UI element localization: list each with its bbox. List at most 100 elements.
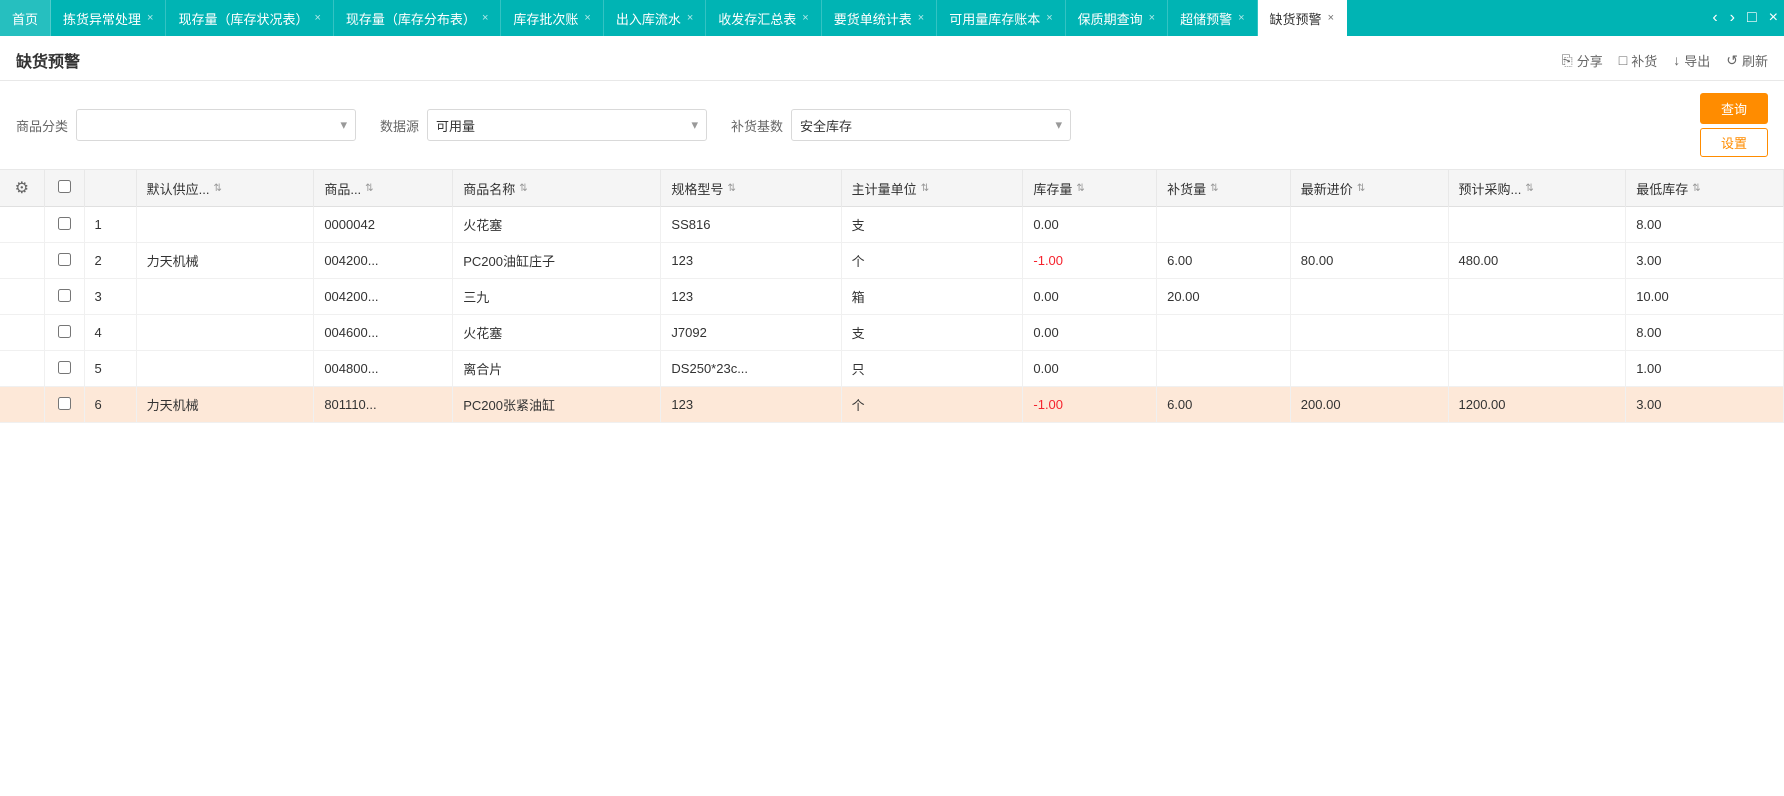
tab-prev-button[interactable]: ‹ — [1706, 0, 1723, 36]
tab-close-batch-account-icon[interactable]: × — [584, 12, 590, 24]
row-unit: 箱 — [841, 279, 1023, 315]
th-settings[interactable]: ⚙ — [0, 170, 44, 207]
row-estimated-purchase — [1448, 351, 1626, 387]
sort-supplier-icon: ⇅ — [213, 183, 221, 194]
row-replenish-qty: 20.00 — [1157, 279, 1291, 315]
row-spec: 123 — [661, 243, 841, 279]
tab-close-overstock-icon[interactable]: × — [1238, 12, 1244, 24]
row-checkbox[interactable] — [58, 397, 71, 410]
tab-close-inventory-dist-icon[interactable]: × — [482, 12, 488, 24]
tab-close-inventory-status-icon[interactable]: × — [314, 12, 320, 24]
replenish-basis-value: 安全库存 — [800, 116, 852, 135]
row-estimated-purchase: 1200.00 — [1448, 387, 1626, 423]
table-row: 10000042火花塞SS816支0.008.00 — [0, 207, 1784, 243]
tab-close-demand-stats-icon[interactable]: × — [918, 12, 924, 24]
tab-next-button[interactable]: › — [1724, 0, 1741, 36]
th-unit[interactable]: 主计量单位 ⇅ — [841, 170, 1023, 207]
th-latest-price[interactable]: 最新进价 ⇅ — [1290, 170, 1448, 207]
refresh-icon: ↺ — [1726, 52, 1738, 69]
row-min-stock: 3.00 — [1626, 387, 1784, 423]
row-replenish-qty: 6.00 — [1157, 243, 1291, 279]
row-spec: SS816 — [661, 207, 841, 243]
row-stock-qty: -1.00 — [1023, 243, 1157, 279]
tab-demand-stats[interactable]: 要货单统计表× — [822, 0, 937, 36]
tab-collect-summary[interactable]: 收发存汇总表× — [706, 0, 821, 36]
tab-label-inout-flow: 出入库流水 — [616, 9, 681, 28]
tab-available-ledger[interactable]: 可用量库存账本× — [937, 0, 1065, 36]
table-header-row: ⚙ 默认供应... ⇅ 商品... — [0, 170, 1784, 207]
tab-close-shortage-icon[interactable]: × — [1328, 12, 1334, 24]
row-seq: 2 — [84, 243, 136, 279]
row-spec: 123 — [661, 387, 841, 423]
page-header: 缺货预警 ⎘ 分享 □ 补货 ↓ 导出 ↺ 刷新 — [0, 36, 1784, 81]
tab-label-overstock: 超储预警 — [1180, 9, 1232, 28]
row-latest-price: 200.00 — [1290, 387, 1448, 423]
sort-stock-qty-icon: ⇅ — [1076, 183, 1084, 194]
tab-overstock[interactable]: 超储预警 × — [1168, 0, 1257, 36]
refresh-button[interactable]: ↺ 刷新 — [1726, 51, 1768, 70]
tab-close-collect-summary-icon[interactable]: × — [802, 12, 808, 24]
column-settings-gear-icon[interactable]: ⚙ — [15, 180, 29, 197]
tab-close-inout-flow-icon[interactable]: × — [687, 12, 693, 24]
table-row: 6力天机械801110...PC200张紧油缸123个-1.006.00200.… — [0, 387, 1784, 423]
category-select[interactable]: ▾ — [76, 109, 356, 141]
th-stock-qty[interactable]: 库存量 ⇅ — [1023, 170, 1157, 207]
th-product-code[interactable]: 商品... ⇅ — [314, 170, 453, 207]
th-replenish-qty[interactable]: 补货量 ⇅ — [1157, 170, 1291, 207]
tab-abnormal[interactable]: 拣货异常处理× — [51, 0, 166, 36]
row-product-name: 三九 — [453, 279, 661, 315]
tab-home[interactable]: 首页 — [0, 0, 51, 36]
query-button[interactable]: 查询 — [1700, 93, 1768, 124]
th-spec[interactable]: 规格型号 ⇅ — [661, 170, 841, 207]
share-button[interactable]: ⎘ 分享 — [1562, 51, 1603, 70]
row-checkbox[interactable] — [58, 253, 71, 266]
row-stock-qty: -1.00 — [1023, 387, 1157, 423]
sort-product-code-icon: ⇅ — [365, 183, 373, 194]
tab-inout-flow[interactable]: 出入库流水 × — [604, 0, 706, 36]
tab-batch-account[interactable]: 库存批次账× — [501, 0, 603, 36]
row-checkbox[interactable] — [58, 361, 71, 374]
row-min-stock: 8.00 — [1626, 207, 1784, 243]
row-checkbox[interactable] — [58, 289, 71, 302]
tab-bar: 首页拣货异常处理×现存量（库存状况表）×现存量（库存分布表）×库存批次账×出入库… — [0, 0, 1784, 36]
datasource-select[interactable]: 可用量 ▾ — [427, 109, 707, 141]
tab-inventory-status[interactable]: 现存量（库存状况表）× — [166, 0, 333, 36]
row-unit: 支 — [841, 315, 1023, 351]
row-product-code: 004800... — [314, 351, 453, 387]
tab-expiry[interactable]: 保质期查询× — [1066, 0, 1168, 36]
row-checkbox-cell — [44, 279, 84, 315]
tab-close-expiry-icon[interactable]: × — [1149, 12, 1155, 24]
tab-close-abnormal-icon[interactable]: × — [147, 12, 153, 24]
replenish-button[interactable]: □ 补货 — [1619, 51, 1657, 70]
th-min-stock[interactable]: 最低库存 ⇅ — [1626, 170, 1784, 207]
th-product-name[interactable]: 商品名称 ⇅ — [453, 170, 661, 207]
row-checkbox[interactable] — [58, 217, 71, 230]
row-min-stock: 10.00 — [1626, 279, 1784, 315]
tab-close-all-button[interactable]: × — [1763, 0, 1784, 36]
th-estimated-purchase[interactable]: 预计采购... ⇅ — [1448, 170, 1626, 207]
tab-close-available-ledger-icon[interactable]: × — [1046, 12, 1052, 24]
filter-bar: 商品分类 ▾ 数据源 可用量 ▾ 补货基数 安全库存 ▾ 查询 设置 — [0, 81, 1784, 170]
replenish-basis-select[interactable]: 安全库存 ▾ — [791, 109, 1071, 141]
row-product-name: 火花塞 — [453, 207, 661, 243]
row-estimated-purchase: 480.00 — [1448, 243, 1626, 279]
replenish-basis-filter-group: 补货基数 安全库存 ▾ — [731, 109, 1071, 141]
select-all-checkbox[interactable] — [58, 180, 71, 193]
filter-actions: 查询 设置 — [1700, 93, 1768, 157]
replenish-basis-label: 补货基数 — [731, 116, 783, 135]
row-product-name: PC200张紧油缸 — [453, 387, 661, 423]
table-row: 2力天机械004200...PC200油缸庄子123个-1.006.0080.0… — [0, 243, 1784, 279]
sort-spec-icon: ⇅ — [727, 183, 735, 194]
row-replenish-qty — [1157, 351, 1291, 387]
tab-controls: ‹ › □ × — [1706, 0, 1784, 36]
tab-restore-button[interactable]: □ — [1741, 0, 1763, 36]
settings-button[interactable]: 设置 — [1700, 128, 1768, 157]
data-table: ⚙ 默认供应... ⇅ 商品... — [0, 170, 1784, 423]
row-checkbox[interactable] — [58, 325, 71, 338]
table-row: 4004600...火花塞J7092支0.008.00 — [0, 315, 1784, 351]
row-replenish-qty — [1157, 315, 1291, 351]
tab-shortage[interactable]: 缺货预警× — [1258, 0, 1347, 36]
tab-inventory-dist[interactable]: 现存量（库存分布表）× — [334, 0, 501, 36]
th-default-supplier[interactable]: 默认供应... ⇅ — [136, 170, 314, 207]
export-button[interactable]: ↓ 导出 — [1673, 51, 1710, 70]
